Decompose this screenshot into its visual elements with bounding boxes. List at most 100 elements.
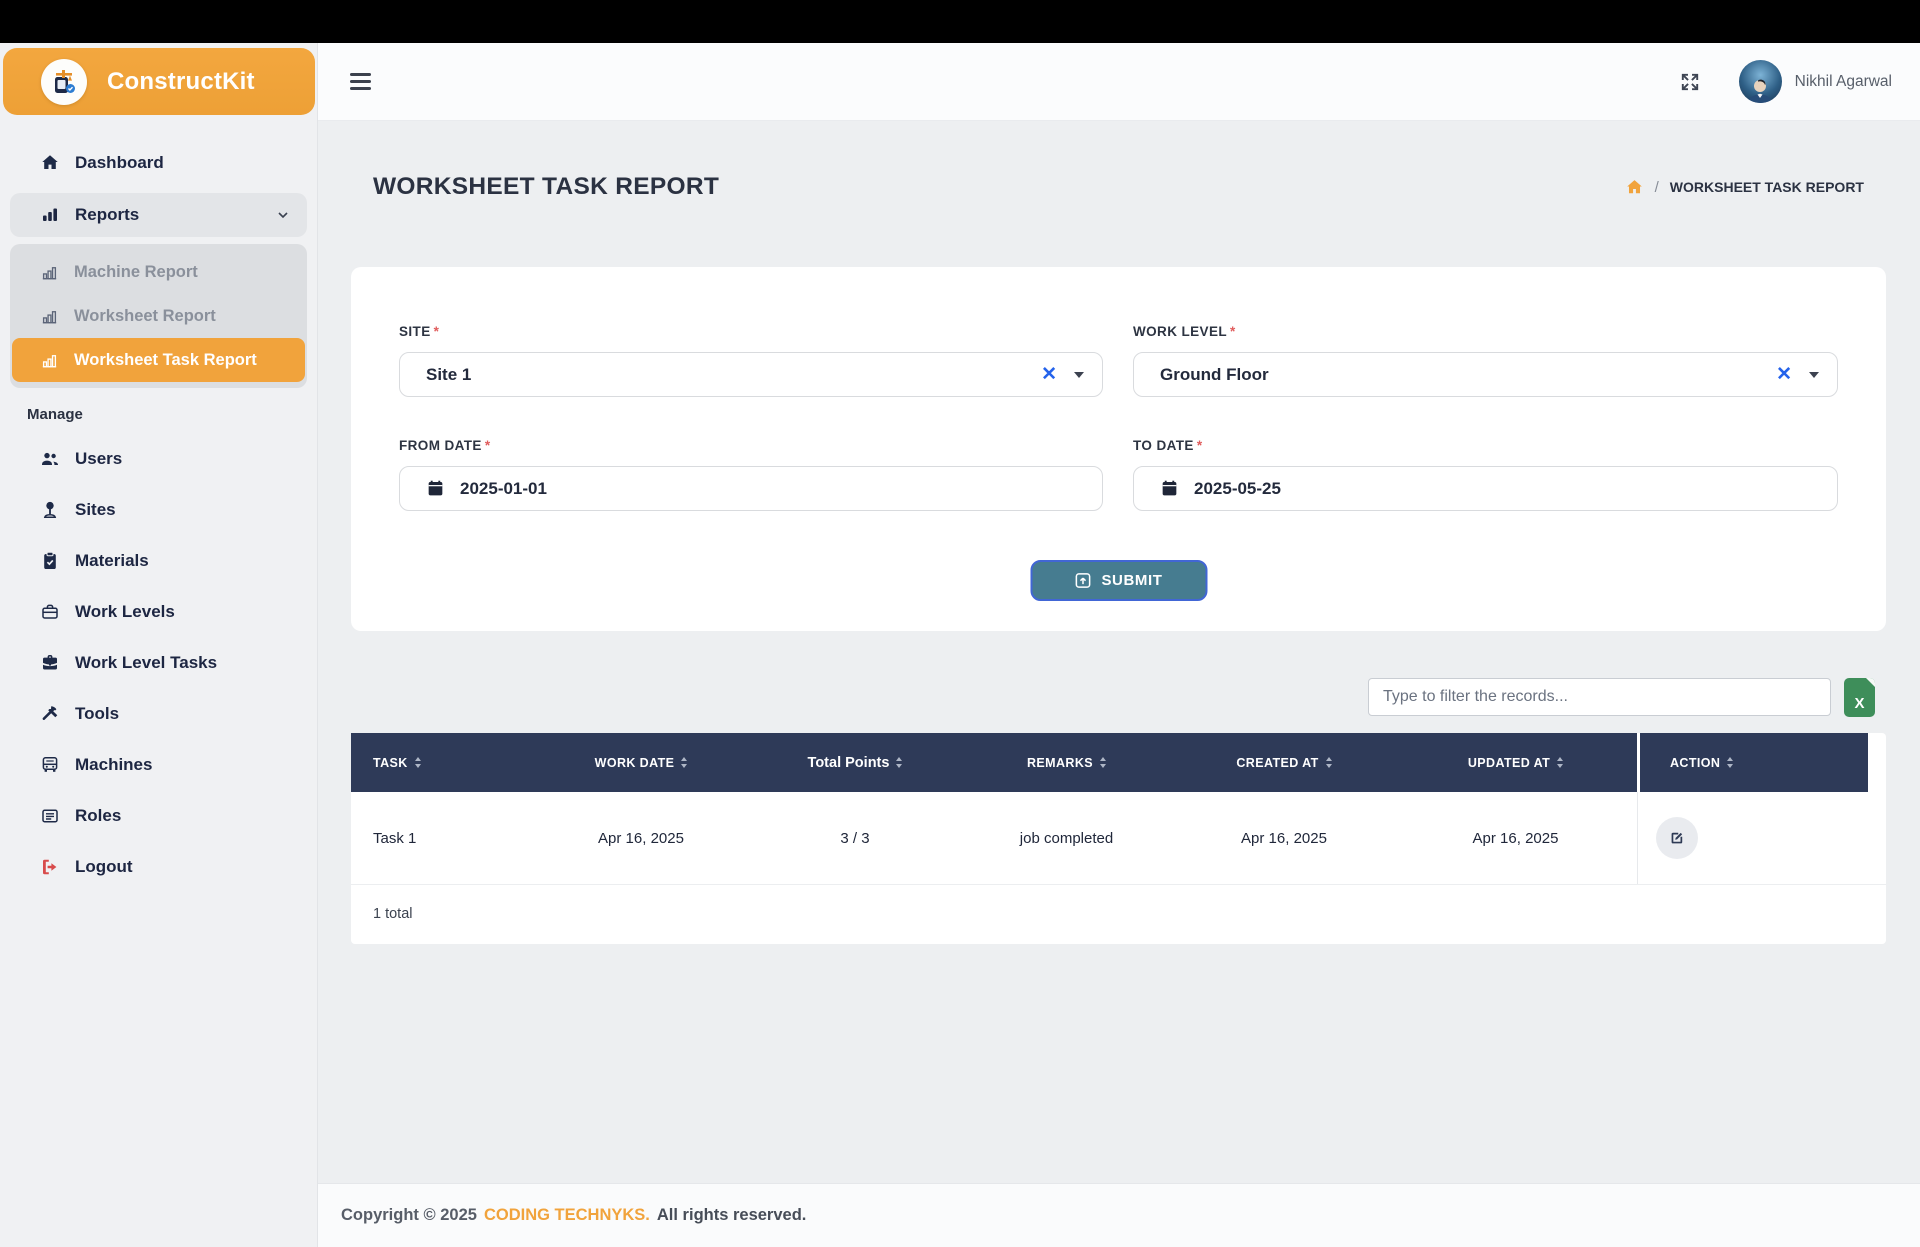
sidebar-item-dashboard[interactable]: Dashboard [0, 148, 317, 178]
cell-total-points: 3 / 3 [840, 829, 870, 847]
edit-row-button[interactable] [1656, 817, 1698, 859]
work-level-field: WORK LEVEL * Ground Floor ✕ [1133, 324, 1838, 397]
sidebar-item-worksheet-report[interactable]: Worksheet Report [10, 294, 307, 338]
chart-outline-icon [42, 266, 57, 279]
table-row-main: Task 1 Apr 16, 2025 3 / 3 job completed … [351, 792, 1637, 884]
required-asterisk: * [1230, 324, 1236, 339]
sort-icon [1557, 757, 1564, 768]
sort-icon [896, 757, 903, 768]
breadcrumb-home-icon[interactable] [1625, 178, 1644, 197]
briefcase-filled-icon [43, 655, 57, 670]
user-name: Nikhil Agarwal [1794, 72, 1892, 90]
sidebar-item-tools[interactable]: Tools [0, 699, 317, 729]
to-date-field: TO DATE * 2025-05-25 [1133, 438, 1838, 511]
cell-created-at: Apr 16, 2025 [1241, 829, 1327, 847]
from-date-field: FROM DATE * 2025-01-01 [399, 438, 1103, 511]
bar-chart-icon [43, 208, 57, 221]
machine-truck-icon [42, 757, 58, 772]
required-asterisk: * [433, 324, 440, 339]
sidebar-item-label: Work Levels [75, 602, 175, 621]
sidebar-item-work-level-tasks[interactable]: Work Level Tasks [0, 648, 317, 678]
user-avatar[interactable] [1738, 60, 1782, 103]
filter-input[interactable] [1368, 678, 1831, 716]
sidebar-item-label: Machines [75, 755, 153, 774]
hammer-icon [42, 706, 58, 721]
app-window: ConstructKit Dashboard Reports Machine R… [0, 0, 1920, 1247]
fullscreen-icon[interactable] [1678, 70, 1702, 94]
sidebar-item-machine-report[interactable]: Machine Report [10, 250, 307, 294]
sidebar-item-users[interactable]: Users [0, 444, 317, 474]
table-toolbar: X [1368, 678, 1875, 717]
sidebar-item-roles[interactable]: Roles [0, 801, 317, 831]
sidebar-item-label: Work Level Tasks [75, 653, 218, 672]
excel-icon: X [1854, 695, 1865, 712]
sidebar-item-reports[interactable]: Reports [10, 193, 307, 237]
work-level-select[interactable]: Ground Floor ✕ [1133, 352, 1838, 397]
sidebar-item-label: Roles [75, 806, 122, 825]
to-date-input[interactable]: 2025-05-25 [1133, 466, 1838, 511]
required-asterisk: * [1196, 438, 1203, 453]
sidebar-item-label: Worksheet Task Report [74, 350, 257, 369]
site-selected-value: Site 1 [426, 364, 472, 384]
from-date-label: FROM DATE * [399, 438, 491, 453]
sidebar-toggle-button[interactable] [350, 73, 371, 90]
sidebar-item-materials[interactable]: Materials [0, 546, 317, 576]
app-logo[interactable]: ConstructKit [3, 48, 315, 115]
caret-down-icon[interactable] [1809, 371, 1819, 378]
to-date-value: 2025-05-25 [1194, 478, 1281, 498]
sidebar-item-sites[interactable]: Sites [0, 495, 317, 525]
clear-selection-icon[interactable]: ✕ [1776, 365, 1792, 384]
site-label: SITE * [399, 324, 440, 339]
submit-button[interactable]: SUBMIT [1030, 560, 1207, 601]
sidebar-item-machines[interactable]: Machines [0, 750, 317, 780]
briefcase-outline-icon [42, 604, 58, 619]
column-header-total-points[interactable]: Total Points [751, 755, 959, 771]
page-head: WORKSHEET TASK REPORT / WORKSHEET TASK R… [373, 173, 1864, 201]
cell-action [1637, 792, 1868, 884]
caret-down-icon[interactable] [1074, 371, 1084, 378]
required-asterisk: * [484, 438, 491, 453]
calendar-icon [1162, 480, 1177, 496]
footer: Copyright © 2025 CODING TECHNYKS. All ri… [318, 1183, 1920, 1247]
clear-selection-icon[interactable]: ✕ [1041, 365, 1057, 384]
sidebar: ConstructKit Dashboard Reports Machine R… [0, 43, 318, 1247]
site-field: SITE * Site 1 ✕ [399, 324, 1103, 397]
sort-icon [681, 757, 688, 768]
cell-updated-at: Apr 16, 2025 [1472, 829, 1559, 847]
column-header-work-date[interactable]: WORK DATE [531, 756, 751, 770]
site-select[interactable]: Site 1 ✕ [399, 352, 1103, 397]
column-header-remarks[interactable]: REMARKS [959, 756, 1174, 770]
sort-icon [1100, 757, 1106, 768]
column-header-updated-at[interactable]: UPDATED AT [1394, 756, 1637, 770]
report-table-card: TASK WORK DATE Total Points REMARKS CREA… [351, 733, 1886, 944]
submit-label: SUBMIT [1101, 572, 1163, 589]
clipboard-check-icon [44, 551, 56, 569]
map-pin-icon [43, 501, 57, 519]
column-header-action[interactable]: ACTION [1640, 733, 1868, 792]
footer-brand-link[interactable]: CODING TECHNYKS. [484, 1206, 650, 1225]
export-excel-button[interactable]: X [1844, 678, 1875, 717]
to-date-label: TO DATE * [1133, 438, 1203, 453]
from-date-input[interactable]: 2025-01-01 [399, 466, 1103, 511]
footer-copyright: Copyright © 2025 [341, 1206, 477, 1224]
sidebar-item-logout[interactable]: Logout [0, 852, 317, 882]
header-right: Nikhil Agarwal [1678, 60, 1892, 103]
calendar-icon [428, 480, 443, 496]
column-header-task[interactable]: TASK [351, 756, 531, 770]
chart-outline-icon [42, 354, 57, 367]
sidebar-item-worksheet-task-report[interactable]: Worksheet Task Report [12, 338, 305, 382]
reports-submenu: Machine Report Worksheet Report Workshee… [10, 244, 307, 388]
work-level-selected-value: Ground Floor [1160, 364, 1269, 384]
table-header-main: TASK WORK DATE Total Points REMARKS CREA… [351, 733, 1637, 792]
breadcrumb: / WORKSHEET TASK REPORT [1625, 178, 1864, 197]
breadcrumb-current: WORKSHEET TASK REPORT [1669, 179, 1864, 195]
sort-icon [1325, 757, 1332, 768]
footer-rights: All rights reserved. [656, 1206, 807, 1224]
sidebar-item-work-levels[interactable]: Work Levels [0, 597, 317, 627]
column-header-created-at[interactable]: CREATED AT [1174, 756, 1394, 770]
sidebar-item-label: Sites [75, 500, 116, 519]
work-level-label: WORK LEVEL * [1133, 324, 1236, 339]
sidebar-item-label: Users [75, 449, 123, 468]
chevron-down-icon [278, 212, 288, 219]
main-content: WORKSHEET TASK REPORT / WORKSHEET TASK R… [318, 121, 1920, 1247]
